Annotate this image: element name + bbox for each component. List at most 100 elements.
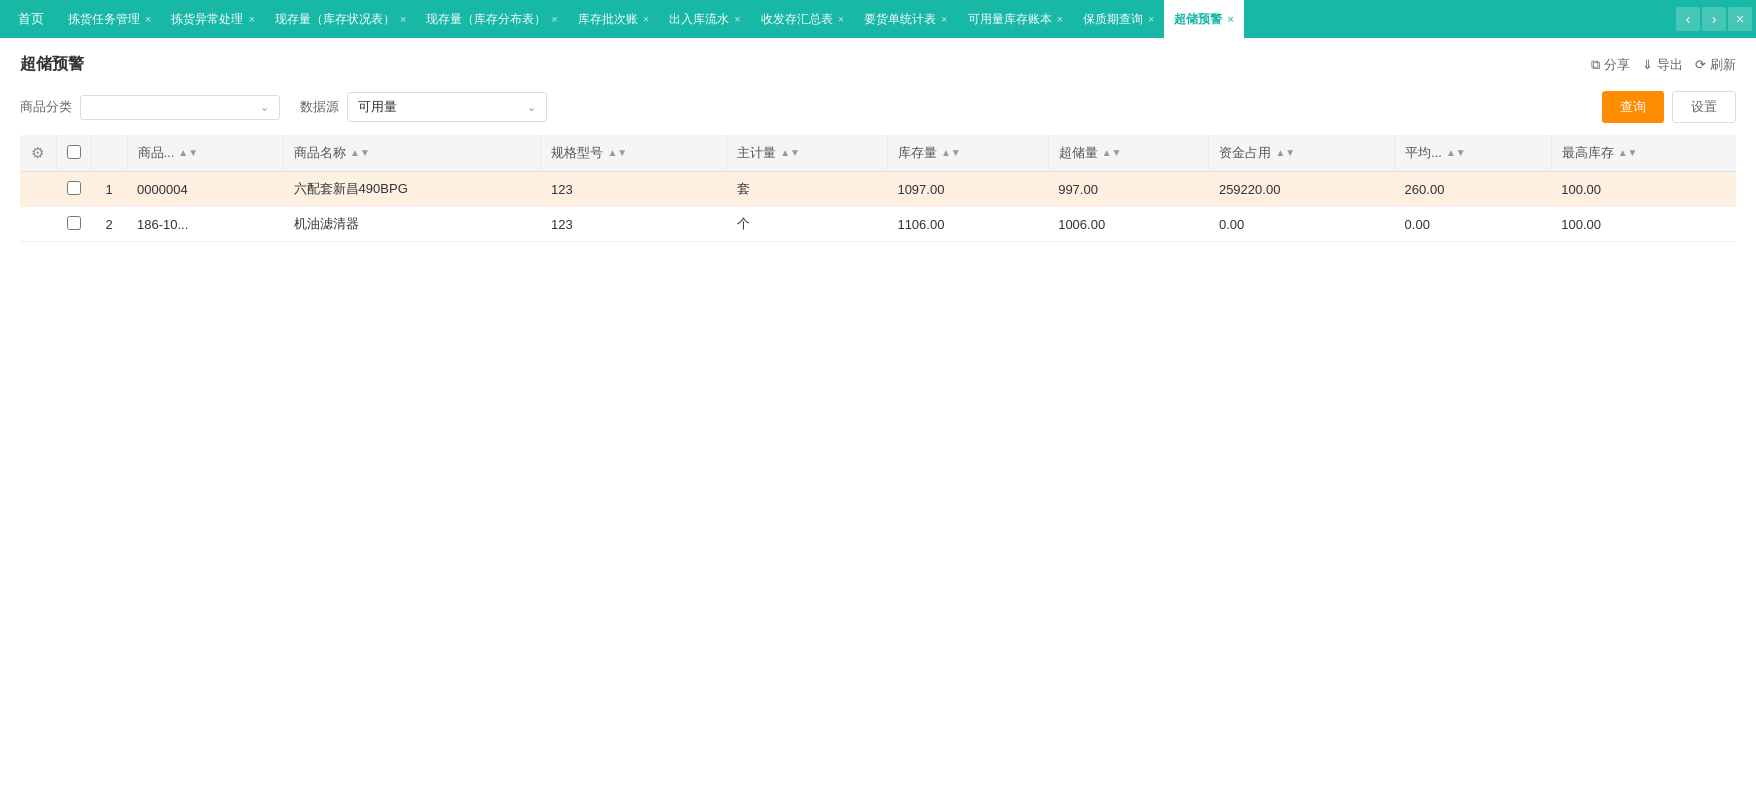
tab-5[interactable]: 库存批次账 × [568, 0, 659, 38]
tab-7[interactable]: 收发存汇总表 × [751, 0, 854, 38]
row-check-0[interactable] [56, 172, 91, 207]
tab-4[interactable]: 现存量（库存分布表） × [416, 0, 567, 38]
row-spec-1: 123 [541, 207, 727, 242]
row-num-1: 2 [91, 207, 127, 242]
datasource-select-value: 可用量 [358, 98, 397, 116]
col-num-header [91, 135, 127, 172]
row-avg-1: 0.00 [1395, 207, 1552, 242]
filter-row: 商品分类 ⌄ 数据源 可用量 ⌄ 查询 设置 [20, 91, 1736, 123]
tab-6[interactable]: 出入库流水 × [659, 0, 750, 38]
row-unit-0: 套 [727, 172, 888, 207]
row-checkbox-0[interactable] [67, 181, 81, 195]
sort-unit-icon: ▲▼ [780, 148, 800, 158]
col-code-header[interactable]: 商品... ▲▼ [127, 135, 284, 172]
row-unit-1: 个 [727, 207, 888, 242]
row-checkbox-1[interactable] [67, 216, 81, 230]
category-chevron-icon: ⌄ [260, 101, 269, 114]
datasource-filter-group: 数据源 可用量 ⌄ [300, 92, 547, 122]
close-tab-7[interactable]: × [838, 13, 844, 25]
col-unit-header[interactable]: 主计量 ▲▼ [727, 135, 888, 172]
sort-over-icon: ▲▼ [1102, 148, 1122, 158]
row-name-1: 机油滤清器 [284, 207, 541, 242]
row-settings-1 [20, 207, 56, 242]
tab-11[interactable]: 超储预警 × [1164, 0, 1243, 38]
row-code-1: 186-10... [127, 207, 284, 242]
close-tab-11[interactable]: × [1227, 13, 1233, 25]
row-code-0: 0000004 [127, 172, 284, 207]
sort-name-icon: ▲▼ [350, 148, 370, 158]
page-header: 超储预警 ⧉ 分享 ⇓ 导出 ⟳ 刷新 [20, 54, 1736, 75]
category-select[interactable]: ⌄ [80, 95, 280, 120]
datasource-select[interactable]: 可用量 ⌄ [347, 92, 547, 122]
col-over-header[interactable]: 超储量 ▲▼ [1048, 135, 1209, 172]
share-action[interactable]: ⧉ 分享 [1591, 56, 1630, 74]
col-name-header[interactable]: 商品名称 ▲▼ [284, 135, 541, 172]
filter-actions: 查询 设置 [1602, 91, 1736, 123]
nav-home[interactable]: 首页 [4, 0, 58, 38]
category-filter-label: 商品分类 [20, 98, 72, 116]
close-tab-9[interactable]: × [1057, 13, 1063, 25]
data-table: ⚙ 商品... ▲▼ 商品名称 ▲▼ [20, 135, 1736, 242]
row-over-1: 1006.00 [1048, 207, 1209, 242]
refresh-action[interactable]: ⟳ 刷新 [1695, 56, 1736, 74]
close-tab-2[interactable]: × [248, 13, 254, 25]
nav-arrows: ‹ › × [1676, 7, 1752, 31]
col-avg-header[interactable]: 平均... ▲▼ [1395, 135, 1552, 172]
tab-3[interactable]: 现存量（库存状况表） × [265, 0, 416, 38]
close-tab-4[interactable]: × [551, 13, 557, 25]
top-navigation: 首页 拣货任务管理 × 拣货异常处理 × 现存量（库存状况表） × 现存量（库存… [0, 0, 1756, 38]
sort-code-icon: ▲▼ [178, 148, 198, 158]
header-actions: ⧉ 分享 ⇓ 导出 ⟳ 刷新 [1591, 56, 1736, 74]
row-stock-0: 1097.00 [887, 172, 1048, 207]
row-capital-0: 259220.00 [1209, 172, 1395, 207]
datasource-chevron-icon: ⌄ [527, 101, 536, 114]
close-tab-8[interactable]: × [941, 13, 947, 25]
col-settings-header: ⚙ [20, 135, 56, 172]
tab-2[interactable]: 拣货异常处理 × [161, 0, 264, 38]
sort-spec-icon: ▲▼ [607, 148, 627, 158]
nav-arrow-right[interactable]: › [1702, 7, 1726, 31]
table-body: 1 0000004 六配套新昌490BPG 123 套 1097.00 997.… [20, 172, 1736, 242]
sort-stock-icon: ▲▼ [941, 148, 961, 158]
page-title: 超储预警 [20, 54, 84, 75]
tab-8[interactable]: 要货单统计表 × [854, 0, 957, 38]
row-avg-0: 260.00 [1395, 172, 1552, 207]
row-stock-1: 1106.00 [887, 207, 1048, 242]
sort-capital-icon: ▲▼ [1275, 148, 1295, 158]
tab-1[interactable]: 拣货任务管理 × [58, 0, 161, 38]
close-tab-3[interactable]: × [400, 13, 406, 25]
export-icon: ⇓ [1642, 57, 1653, 72]
col-capital-header[interactable]: 资金占用 ▲▼ [1209, 135, 1395, 172]
close-tab-1[interactable]: × [145, 13, 151, 25]
close-tab-6[interactable]: × [734, 13, 740, 25]
sort-avg-icon: ▲▼ [1446, 148, 1466, 158]
settings-gear-icon[interactable]: ⚙ [30, 144, 46, 162]
row-maxstock-0: 100.00 [1551, 172, 1736, 207]
table-row: 2 186-10... 机油滤清器 123 个 1106.00 1006.00 … [20, 207, 1736, 242]
col-check-header [56, 135, 91, 172]
nav-arrow-expand[interactable]: × [1728, 7, 1752, 31]
col-spec-header[interactable]: 规格型号 ▲▼ [541, 135, 727, 172]
settings-button[interactable]: 设置 [1672, 91, 1736, 123]
select-all-checkbox[interactable] [67, 145, 81, 159]
sort-maxstock-icon: ▲▼ [1618, 148, 1638, 158]
query-button[interactable]: 查询 [1602, 91, 1664, 123]
tab-10[interactable]: 保质期查询 × [1073, 0, 1164, 38]
close-tab-10[interactable]: × [1148, 13, 1154, 25]
page-content: 超储预警 ⧉ 分享 ⇓ 导出 ⟳ 刷新 商品分类 ⌄ 数据源 [0, 38, 1756, 258]
close-tab-5[interactable]: × [643, 13, 649, 25]
share-icon: ⧉ [1591, 57, 1600, 73]
row-name-0: 六配套新昌490BPG [284, 172, 541, 207]
refresh-icon: ⟳ [1695, 57, 1706, 72]
row-maxstock-1: 100.00 [1551, 207, 1736, 242]
row-check-1[interactable] [56, 207, 91, 242]
row-over-0: 997.00 [1048, 172, 1209, 207]
row-settings-0 [20, 172, 56, 207]
col-maxstock-header[interactable]: 最高库存 ▲▼ [1551, 135, 1736, 172]
col-stock-header[interactable]: 库存量 ▲▼ [887, 135, 1048, 172]
nav-arrow-left[interactable]: ‹ [1676, 7, 1700, 31]
tab-9[interactable]: 可用量库存账本 × [958, 0, 1073, 38]
export-action[interactable]: ⇓ 导出 [1642, 56, 1683, 74]
category-filter-group: 商品分类 ⌄ [20, 95, 280, 120]
table-row: 1 0000004 六配套新昌490BPG 123 套 1097.00 997.… [20, 172, 1736, 207]
